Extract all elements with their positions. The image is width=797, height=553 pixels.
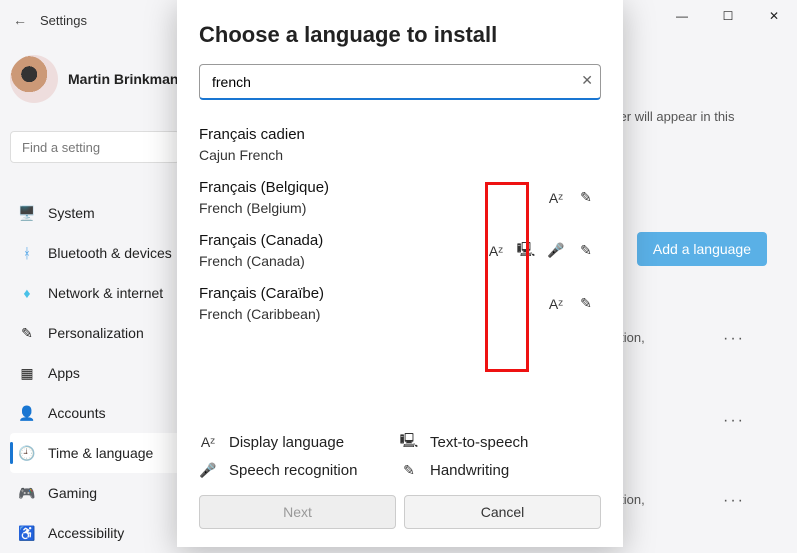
nav-label: Apps (48, 365, 80, 381)
sidebar-item-bluetooth-devices[interactable]: ᚼ Bluetooth & devices (10, 233, 185, 273)
nav-label: Accessibility (48, 525, 124, 541)
language-option[interactable]: Français (Belgique) French (Belgium) Aᶻ ✎ (199, 171, 601, 224)
nav-icon: ♿ (18, 524, 36, 542)
nav-label: Personalization (48, 325, 144, 341)
display-feature-icon: Aᶻ (487, 242, 505, 260)
display-language-icon: Aᶻ (199, 433, 217, 451)
window-title: Settings (40, 13, 87, 28)
nav-label: Time & language (48, 445, 153, 461)
legend-speech-recognition: 🎤 Speech recognition (199, 461, 400, 479)
handwriting-feature-icon: ✎ (577, 295, 595, 313)
legend-text-to-speech: 🖳 Text-to-speech (400, 433, 601, 451)
cancel-button[interactable]: Cancel (404, 495, 601, 529)
add-language-button[interactable]: Add a language (637, 232, 767, 266)
user-name: Martin Brinkman (68, 71, 178, 87)
tts-icon: 🖳 (400, 433, 418, 451)
legend-display-language: Aᶻ Display language (199, 433, 400, 451)
dialog-title: Choose a language to install (199, 22, 601, 48)
nav-label: System (48, 205, 95, 221)
language-native-name: Français cadien (199, 126, 305, 143)
handwriting-feature-icon: ✎ (577, 189, 595, 207)
language-option[interactable]: Français (Canada) French (Canada) Aᶻ 🖳 🎤 ✎ (199, 224, 601, 277)
sidebar-item-personalization[interactable]: ✎ Personalization (10, 313, 185, 353)
next-button[interactable]: Next (199, 495, 396, 529)
minimize-button[interactable]: — (659, 0, 705, 32)
find-setting-input[interactable]: Find a setting (10, 131, 180, 163)
language-native-name: Français (Caraïbe) (199, 285, 324, 302)
nav-icon: 🖥️ (18, 204, 36, 222)
handwriting-icon: ✎ (400, 461, 418, 479)
language-option[interactable]: Français (Caraïbe) French (Caribbean) Aᶻ ✎ (199, 277, 601, 330)
sidebar-item-accounts[interactable]: 👤 Accounts (10, 393, 185, 433)
language-local-name: French (Canada) (199, 253, 323, 269)
nav-label: Network & internet (48, 285, 163, 301)
nav-icon: 🎮 (18, 484, 36, 502)
language-native-name: Français (Canada) (199, 232, 323, 249)
maximize-button[interactable]: ☐ (705, 0, 751, 32)
legend-handwriting: ✎ Handwriting (400, 461, 601, 479)
language-option[interactable]: Français cadien Cajun French (199, 118, 601, 171)
back-arrow-icon[interactable]: ← (0, 12, 40, 28)
close-button[interactable]: ✕ (751, 0, 797, 32)
language-search-input[interactable] (199, 64, 601, 100)
row-more-1[interactable]: ··· (723, 330, 745, 348)
row-more-3[interactable]: ··· (723, 492, 745, 510)
nav-icon: ♦ (18, 284, 36, 302)
display-feature-icon: Aᶻ (547, 295, 565, 313)
sidebar-item-network-internet[interactable]: ♦ Network & internet (10, 273, 185, 313)
page-subtitle-tail: orer will appear in this (608, 108, 788, 126)
avatar[interactable] (10, 55, 58, 103)
nav-icon: ᚼ (18, 244, 36, 262)
nav-icon: ▦ (18, 364, 36, 382)
language-native-name: Français (Belgique) (199, 179, 329, 196)
display-feature-icon: Aᶻ (547, 189, 565, 207)
nav-icon: ✎ (18, 324, 36, 342)
nav-icon: 👤 (18, 404, 36, 422)
language-local-name: Cajun French (199, 147, 305, 163)
sidebar-item-apps[interactable]: ▦ Apps (10, 353, 185, 393)
nav-icon: 🕘 (18, 444, 36, 462)
handwriting-feature-icon: ✎ (577, 242, 595, 260)
language-local-name: French (Belgium) (199, 200, 329, 216)
speech-icon: 🎤 (199, 461, 217, 479)
install-language-dialog: Choose a language to install ✕ Français … (177, 0, 623, 547)
speech-feature-icon: 🎤 (547, 242, 565, 260)
nav-label: Gaming (48, 485, 97, 501)
language-local-name: French (Caribbean) (199, 306, 324, 322)
sidebar-item-time-language[interactable]: 🕘 Time & language (10, 433, 185, 473)
nav-label: Accounts (48, 405, 106, 421)
sidebar-item-accessibility[interactable]: ♿ Accessibility (10, 513, 185, 553)
clear-search-icon[interactable]: ✕ (581, 72, 593, 89)
nav-label: Bluetooth & devices (48, 245, 172, 261)
tts-feature-icon: 🖳 (517, 242, 535, 260)
sidebar-item-gaming[interactable]: 🎮 Gaming (10, 473, 185, 513)
row-more-2[interactable]: ··· (723, 412, 745, 430)
sidebar-item-system[interactable]: 🖥️ System (10, 193, 185, 233)
